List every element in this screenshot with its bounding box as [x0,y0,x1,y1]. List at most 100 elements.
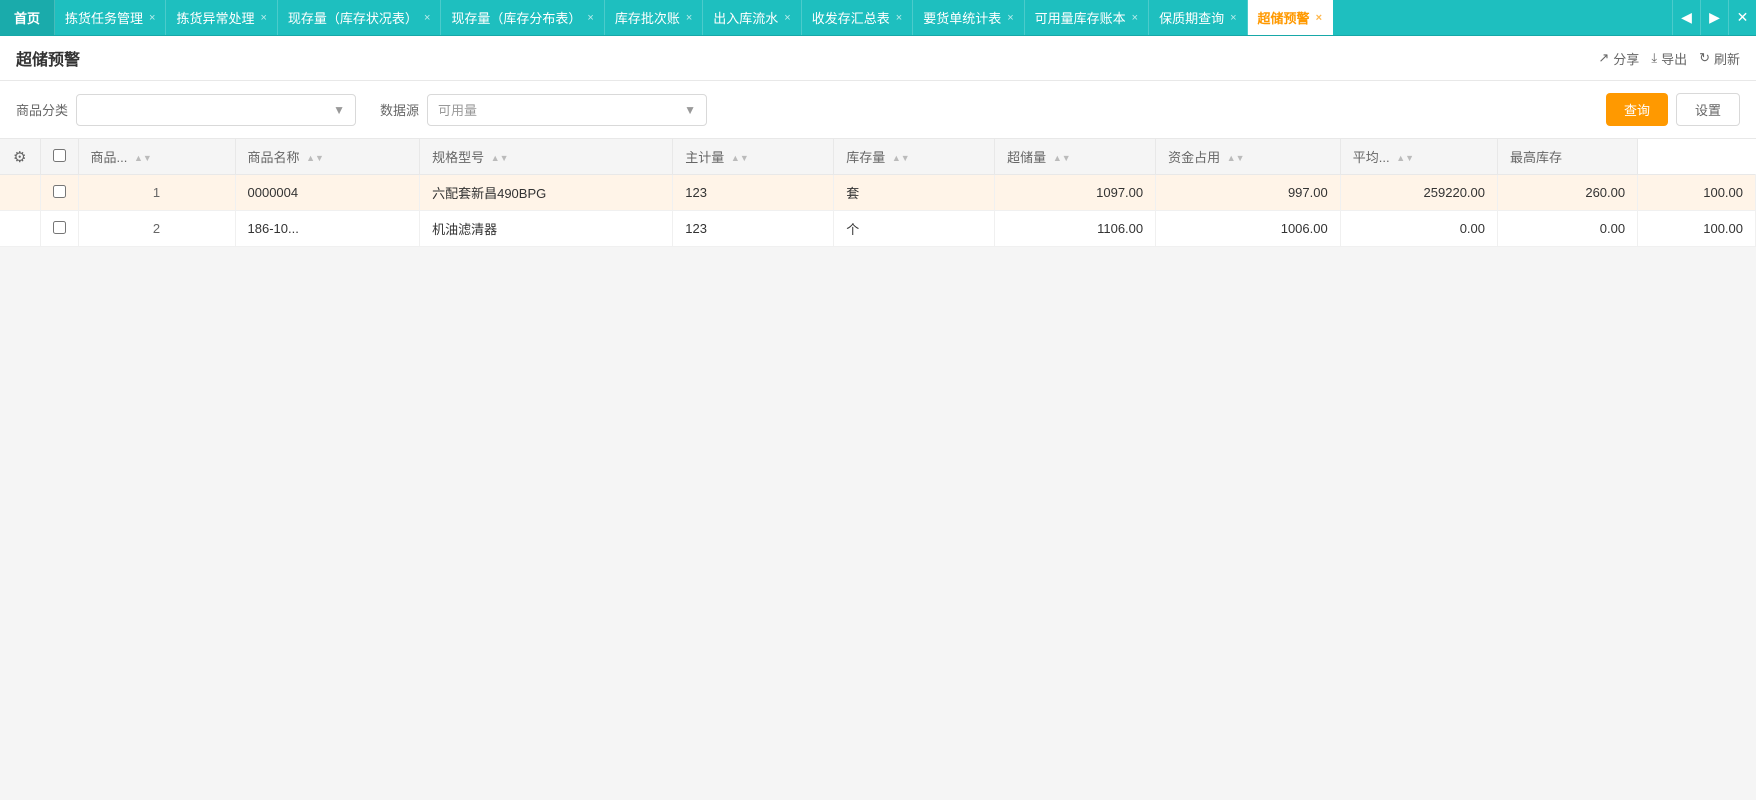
nav-tab-stock-dist[interactable]: 现存量（库存分布表） × [441,0,604,36]
share-icon: ↗ [1598,50,1609,66]
close-icon[interactable]: × [587,12,593,24]
filter-area: 商品分类 ▼ 数据源 可用量 ▼ 查询 设置 [0,81,1756,139]
row-num: 2 [78,211,235,247]
overstock-table: ⚙ 商品... ▲▼ 商品名称 ▲▼ 规格型号 ▲▼ 主计 [0,139,1756,247]
query-button[interactable]: 查询 [1606,93,1668,126]
product-category-label: 商品分类 [16,100,68,119]
row-main-unit: 个 [834,211,995,247]
th-overstock[interactable]: 超储量 ▲▼ [995,139,1156,175]
row-main-unit: 套 [834,175,995,211]
nav-tab-jianghuo-exception[interactable]: 拣货异常处理 × [166,0,277,36]
nav-tab-overstock-warning[interactable]: 超储预警 × [1248,0,1333,36]
filter-actions: 查询 设置 [1606,93,1740,126]
close-icon[interactable]: × [149,12,155,24]
row-overstock: 997.00 [1156,175,1341,211]
table-row: 2 186-10... 机油滤清器 123 个 1106.00 1006.00 … [0,211,1756,247]
row-settings [0,175,40,211]
table-header-row: ⚙ 商品... ▲▼ 商品名称 ▲▼ 规格型号 ▲▼ 主计 [0,139,1756,175]
th-stock[interactable]: 库存量 ▲▼ [834,139,995,175]
data-source-value: 可用量 [438,100,477,119]
close-icon[interactable]: × [1007,12,1013,24]
product-category-filter: 商品分类 ▼ [16,94,356,126]
row-product-name: 六配套新昌490BPG [420,175,673,211]
row-stock: 1106.00 [995,211,1156,247]
settings-button[interactable]: 设置 [1676,93,1740,126]
tab-prev-button[interactable]: ◀ [1672,0,1700,36]
page-title: 超储预警 [16,46,80,70]
export-button[interactable]: ⤓ 导出 [1651,49,1687,68]
tab-navigation-arrows: ◀ ▶ ✕ [1672,0,1756,36]
row-settings [0,211,40,247]
data-table-container: ⚙ 商品... ▲▼ 商品名称 ▲▼ 规格型号 ▲▼ 主计 [0,139,1756,247]
close-icon[interactable]: × [260,12,266,24]
export-icon: ⤓ [1651,50,1657,66]
row-capital: 259220.00 [1340,175,1497,211]
row-checkbox[interactable] [53,221,66,234]
nav-tab-jianghuo-tasks[interactable]: 拣货任务管理 × [55,0,166,36]
row-num: 1 [78,175,235,211]
row-checkbox-cell[interactable] [40,211,78,247]
th-product-name[interactable]: 商品名称 ▲▼ [235,139,420,175]
sort-arrows-icon: ▲▼ [1053,154,1071,163]
sort-arrows-icon: ▲▼ [134,154,152,163]
nav-tab-requisition-stats[interactable]: 要货单统计表 × [913,0,1024,36]
row-overstock: 1006.00 [1156,211,1341,247]
product-category-select[interactable]: ▼ [76,94,356,126]
close-icon[interactable]: × [1316,12,1322,24]
top-navigation-bar: 首页 拣货任务管理 × 拣货异常处理 × 现存量（库存状况表） × 现存量（库存… [0,0,1756,36]
close-icon[interactable]: × [1132,12,1138,24]
nav-tab-expiry-query[interactable]: 保质期查询 × [1149,0,1247,36]
row-avg: 260.00 [1498,175,1638,211]
row-product-code: 186-10... [235,211,420,247]
th-product-code[interactable]: 商品... ▲▼ [78,139,235,175]
share-button[interactable]: ↗ 分享 [1598,49,1639,68]
row-product-code: 0000004 [235,175,420,211]
row-avg: 0.00 [1498,211,1638,247]
select-all-checkbox[interactable] [53,149,66,162]
chevron-down-icon: ▼ [333,103,345,117]
row-capital: 0.00 [1340,211,1497,247]
row-checkbox-cell[interactable] [40,175,78,211]
th-checkbox[interactable] [40,139,78,175]
tab-next-button[interactable]: ▶ [1700,0,1728,36]
table-row: 1 0000004 六配套新昌490BPG 123 套 1097.00 997.… [0,175,1756,211]
sort-arrows-icon: ▲▼ [731,154,749,163]
row-spec: 123 [673,175,834,211]
nav-tab-stock-batch[interactable]: 库存批次账 × [605,0,703,36]
nav-tab-available-ledger[interactable]: 可用量库存账本 × [1025,0,1149,36]
th-avg[interactable]: 平均... ▲▼ [1340,139,1497,175]
th-max-stock[interactable]: 最高库存 [1498,139,1638,175]
page-header: 超储预警 ↗ 分享 ⤓ 导出 ↻ 刷新 [0,36,1756,81]
th-main-unit[interactable]: 主计量 ▲▼ [673,139,834,175]
row-max-stock: 100.00 [1638,211,1756,247]
close-icon[interactable]: × [896,12,902,24]
gear-icon[interactable]: ⚙ [13,149,26,166]
chevron-down-icon: ▼ [684,103,696,117]
refresh-button[interactable]: ↻ 刷新 [1699,49,1740,68]
th-spec[interactable]: 规格型号 ▲▼ [420,139,673,175]
nav-home[interactable]: 首页 [0,0,55,36]
close-icon[interactable]: × [686,12,692,24]
row-checkbox[interactable] [53,185,66,198]
row-spec: 123 [673,211,834,247]
close-icon[interactable]: × [1230,12,1236,24]
row-stock: 1097.00 [995,175,1156,211]
data-source-label: 数据源 [380,100,419,119]
header-actions: ↗ 分享 ⤓ 导出 ↻ 刷新 [1598,49,1740,68]
data-source-filter: 数据源 可用量 ▼ [380,94,707,126]
data-source-select[interactable]: 可用量 ▼ [427,94,707,126]
nav-tab-recv-summary[interactable]: 收发存汇总表 × [802,0,913,36]
close-icon[interactable]: × [784,12,790,24]
th-settings[interactable]: ⚙ [0,139,40,175]
sort-arrows-icon: ▲▼ [1227,154,1245,163]
close-icon[interactable]: × [424,12,430,24]
row-product-name: 机油滤清器 [420,211,673,247]
tab-menu-button[interactable]: ✕ [1728,0,1756,36]
th-capital[interactable]: 资金占用 ▲▼ [1156,139,1341,175]
sort-arrows-icon: ▲▼ [306,154,324,163]
nav-tab-inout-flow[interactable]: 出入库流水 × [703,0,801,36]
refresh-icon: ↻ [1699,50,1710,66]
nav-tab-stock-status[interactable]: 现存量（库存状况表） × [278,0,441,36]
sort-arrows-icon: ▲▼ [1396,154,1414,163]
row-max-stock: 100.00 [1638,175,1756,211]
